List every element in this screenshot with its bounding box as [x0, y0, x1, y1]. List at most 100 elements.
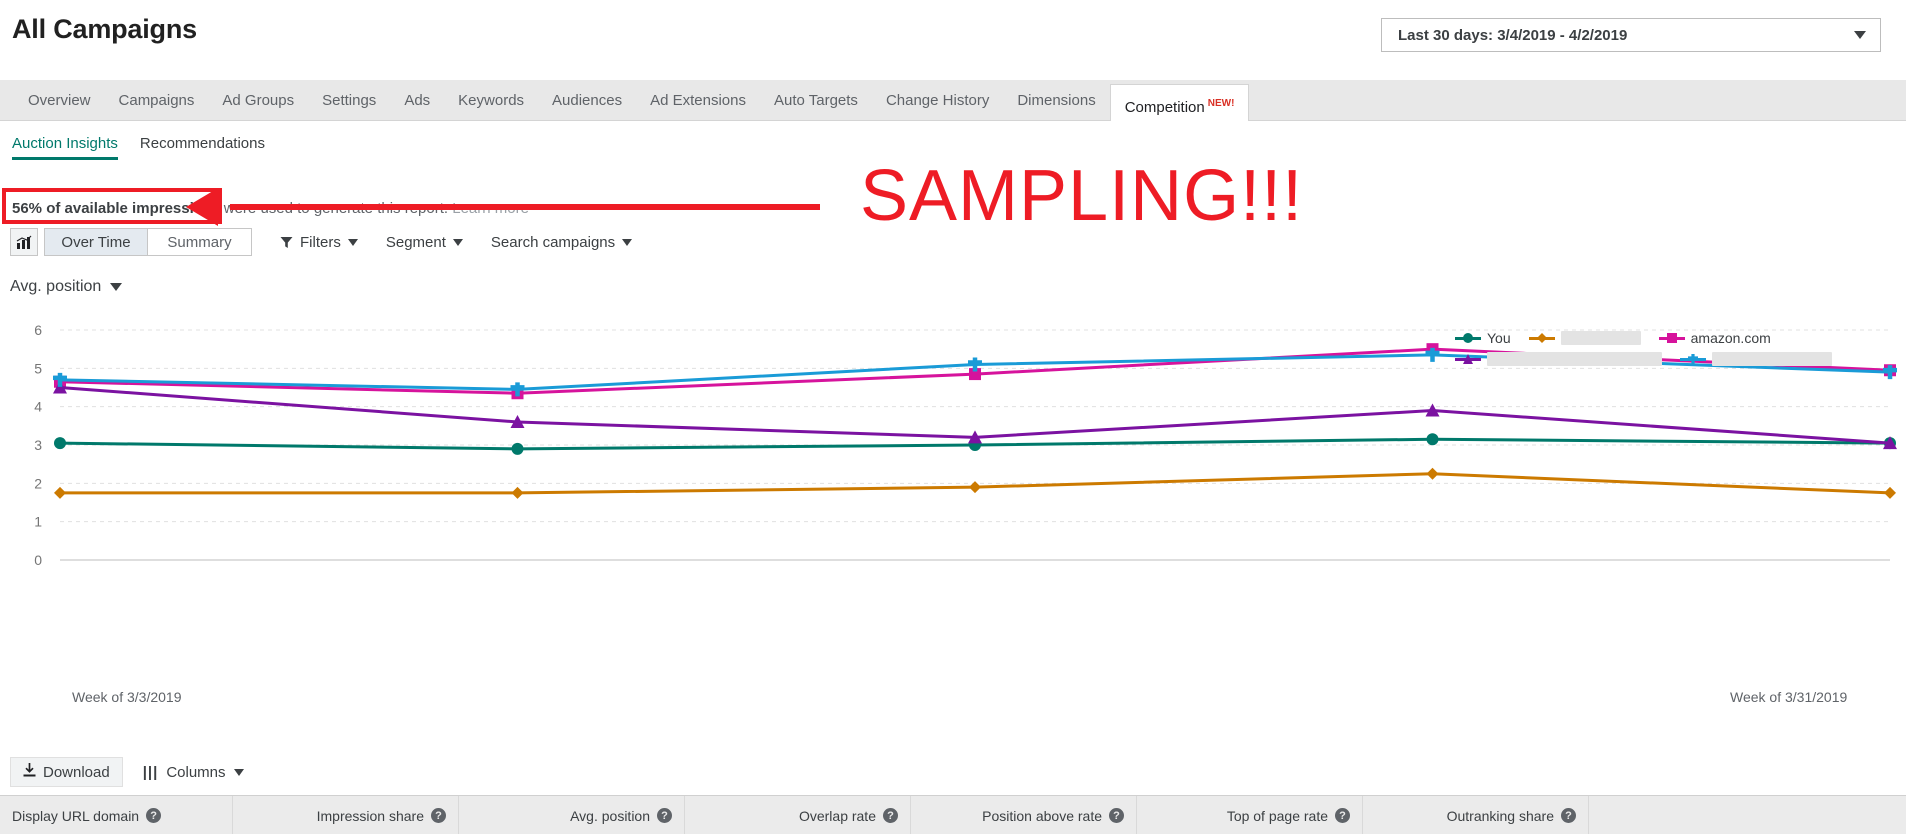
chart-data-point[interactable]	[511, 442, 524, 455]
columns-label: Columns	[166, 763, 226, 781]
date-range-label: Last 30 days: 3/4/2019 - 4/2/2019	[1398, 26, 1628, 44]
subtab-bar: Auction Insights Recommendations	[12, 135, 265, 160]
filters-label: Filters	[300, 233, 341, 251]
date-range-selector[interactable]: Last 30 days: 3/4/2019 - 4/2/2019	[1381, 18, 1881, 52]
subtab-auction-insights[interactable]: Auction Insights	[12, 135, 118, 160]
help-icon[interactable]: ?	[431, 808, 446, 823]
bar-chart-icon[interactable]	[10, 228, 38, 256]
download-icon	[23, 763, 36, 781]
nav-item-label: Ad Extensions	[650, 92, 746, 109]
nav-item-settings[interactable]: Settings	[308, 80, 390, 121]
help-icon[interactable]: ?	[883, 808, 898, 823]
help-icon[interactable]: ?	[657, 808, 672, 823]
subtab-recommendations[interactable]: Recommendations	[140, 135, 265, 160]
nav-item-label: Keywords	[458, 92, 525, 109]
column-header-position-above-rate[interactable]: Position above rate?	[911, 796, 1137, 834]
column-header-label: Impression share	[316, 807, 424, 824]
column-header-label: Avg. position	[570, 807, 650, 824]
segment-label: Segment	[385, 233, 446, 251]
chart-data-point[interactable]	[1426, 433, 1439, 446]
help-icon[interactable]: ?	[146, 808, 162, 823]
columns-button[interactable]: ||| Columns	[143, 764, 244, 781]
nav-item-label: Dimensions	[1017, 92, 1096, 109]
nav-item-label: Ads	[404, 92, 431, 109]
nav-item-auto-targets[interactable]: Auto Targets	[760, 80, 872, 121]
legend-swatch-triangle-icon	[1455, 354, 1481, 364]
chart-data-point[interactable]	[511, 486, 524, 499]
results-table-header: Display URL domain? Impression share? Avg.…	[0, 795, 1906, 834]
legend-item[interactable]	[1455, 352, 1662, 366]
nav-item-campaigns[interactable]: Campaigns	[105, 80, 209, 121]
help-icon[interactable]: ?	[1561, 808, 1576, 823]
column-header-label: Position above rate	[982, 807, 1102, 824]
y-axis-tick-label: 3	[34, 437, 42, 453]
column-header-overlap-rate[interactable]: Overlap rate?	[685, 796, 911, 834]
chart-data-point[interactable]	[969, 481, 981, 494]
chevron-down-icon	[233, 768, 244, 776]
chart-data-point[interactable]	[54, 437, 66, 450]
legend-label: You	[1487, 330, 1511, 346]
annotation-sampling-text: SAMPLING!!!	[860, 156, 1304, 236]
legend-item[interactable]: amazon.com	[1658, 330, 1771, 346]
metric-selector[interactable]: Avg. position	[10, 278, 123, 296]
nav-item-label: Settings	[322, 92, 377, 109]
legend-label-redacted	[1560, 331, 1641, 345]
column-header-label: Overlap rate	[798, 807, 876, 824]
legend-item[interactable]: You	[1455, 330, 1511, 346]
column-header-display-url-domain[interactable]: Display URL domain?	[0, 796, 233, 834]
main-nav: Overview Campaigns Ad Groups Settings Ads Key…	[0, 80, 1906, 121]
legend-label-redacted	[1712, 352, 1832, 366]
nav-item-label: Ad Groups	[222, 92, 295, 109]
chart-toolbar: Over Time Summary Filters Segment Search…	[10, 228, 633, 256]
chevron-down-icon	[110, 283, 123, 291]
legend-swatch-cross-icon	[1680, 354, 1706, 364]
metric-selector-label: Avg. position	[10, 278, 102, 295]
help-icon[interactable]: ?	[1109, 808, 1124, 823]
column-header-label: Outranking share	[1446, 807, 1554, 824]
annotation-arrow-head-icon	[186, 188, 218, 226]
chevron-down-icon	[622, 238, 633, 246]
nav-item-label: Campaigns	[118, 92, 195, 109]
column-header-label: Display URL domain	[12, 807, 140, 824]
x-axis-label-end: Week of 3/31/2019	[1730, 689, 1848, 705]
legend-swatch-square-icon	[1658, 333, 1685, 343]
legend-item[interactable]	[1528, 330, 1641, 346]
nav-item-ads[interactable]: Ads	[390, 80, 444, 121]
over-time-toggle[interactable]: Over Time	[44, 228, 148, 256]
sampling-notice-highlight: 56% of available impression	[12, 200, 213, 217]
columns-icon: |||	[142, 763, 159, 781]
nav-item-audiences[interactable]: Audiences	[538, 80, 636, 121]
summary-toggle[interactable]: Summary	[148, 228, 252, 256]
column-header-avg-position[interactable]: Avg. position?	[459, 796, 685, 834]
nav-item-competition[interactable]: Competition NEW!	[1109, 84, 1250, 121]
search-campaigns-button[interactable]: Search campaigns	[491, 234, 633, 251]
download-button[interactable]: Download	[10, 757, 123, 787]
column-header-impression-share[interactable]: Impression share?	[233, 796, 459, 834]
chart-legend: You amazon.com	[1455, 330, 1895, 372]
download-label: Download	[43, 763, 110, 781]
nav-item-overview[interactable]: Overview	[14, 80, 105, 121]
nav-item-change-history[interactable]: Change History	[872, 80, 1003, 121]
nav-item-label: Overview	[28, 92, 91, 109]
nav-item-ad-extensions[interactable]: Ad Extensions	[636, 80, 760, 121]
column-header-outranking-share[interactable]: Outranking share?	[1363, 796, 1589, 834]
filters-button[interactable]: Filters	[280, 234, 358, 251]
y-axis-tick-label: 5	[34, 360, 42, 376]
main-nav-items: Overview Campaigns Ad Groups Settings Ads Key…	[0, 80, 1906, 121]
chart-data-point[interactable]	[1426, 467, 1439, 480]
column-header-top-of-page-rate[interactable]: Top of page rate?	[1137, 796, 1363, 834]
legend-item[interactable]	[1680, 352, 1832, 366]
nav-item-keywords[interactable]: Keywords	[444, 80, 538, 121]
nav-item-label: Change History	[885, 92, 990, 109]
chart-data-point[interactable]	[54, 486, 66, 499]
legend-swatch-diamond-icon	[1528, 333, 1555, 343]
segment-button[interactable]: Segment	[386, 234, 463, 251]
y-axis-tick-label: 2	[34, 475, 42, 491]
page-header: All Campaigns Last 30 days: 3/4/2019 - 4…	[0, 0, 1906, 72]
nav-item-dimensions[interactable]: Dimensions	[1003, 80, 1109, 121]
nav-item-ad-groups[interactable]: Ad Groups	[208, 80, 308, 121]
chart-data-point[interactable]	[1884, 486, 1896, 499]
filter-icon	[280, 236, 293, 249]
help-icon[interactable]: ?	[1335, 808, 1350, 823]
annotation-arrow-line	[230, 204, 820, 210]
